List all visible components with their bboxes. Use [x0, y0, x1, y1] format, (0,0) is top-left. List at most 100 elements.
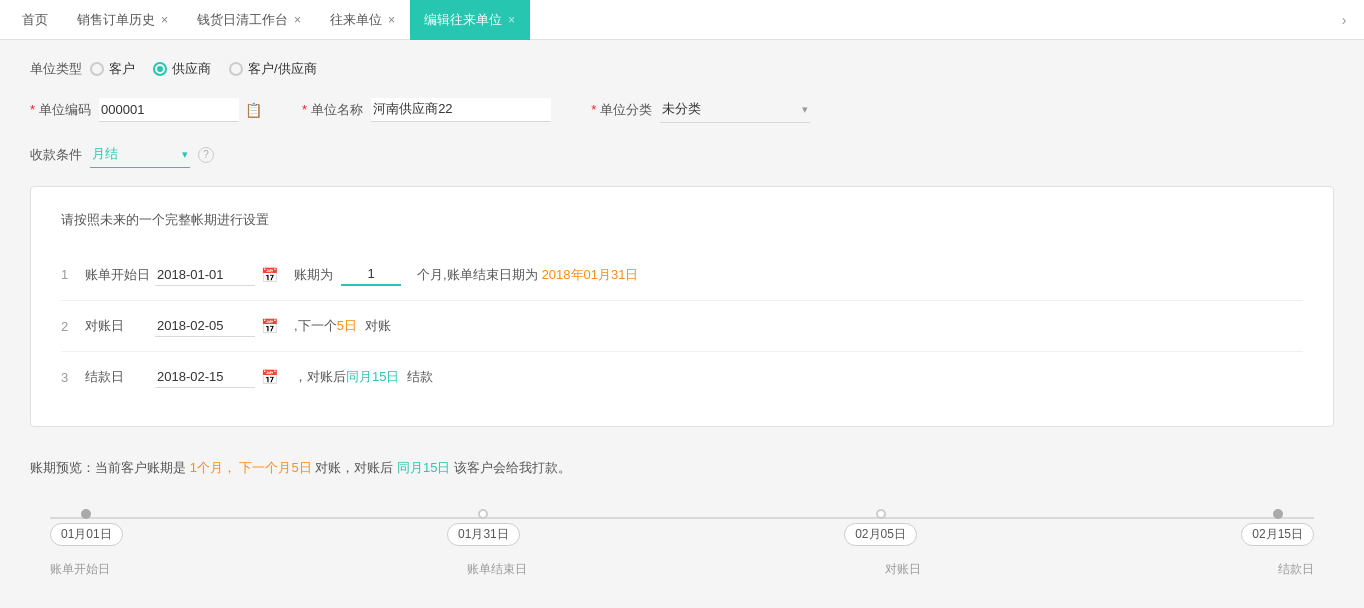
unit-code-required: * — [30, 102, 35, 117]
timeline-row: 01月01日 01月31日 02月05日 — [50, 497, 1314, 557]
unit-type-row: 单位类型 客户 供应商 客户/供应商 — [30, 60, 1334, 78]
step-num-3: 3 — [61, 370, 85, 385]
payment-help-icon[interactable]: ? — [198, 147, 214, 163]
tab-home[interactable]: 首页 — [8, 0, 63, 40]
step-label-3: 结款日 — [85, 368, 155, 386]
timeline-node-2: 02月05日 — [844, 509, 917, 546]
radio-supplier-circle — [153, 62, 167, 76]
step-row-3: 3 结款日 📅 ，对账后 同月15日 结款 — [61, 352, 1303, 402]
step-input-wrap-3: 📅 ，对账后 同月15日 结款 — [155, 366, 433, 388]
preview-h1: 1个月， — [190, 460, 236, 475]
unit-category-field: * 单位分类 未分类 ▾ — [591, 96, 810, 123]
radio-customer-circle — [90, 62, 104, 76]
tab-edit-partner-close[interactable]: × — [508, 13, 515, 27]
step-rows: 1 账单开始日 📅 账期为 个月,账单结束日期为 2018年01月31日 2 对… — [61, 249, 1303, 402]
payment-select-arrow: ▾ — [182, 148, 188, 161]
timeline-badge-0: 01月01日 — [50, 523, 123, 546]
radio-customer[interactable]: 客户 — [90, 60, 135, 78]
timeline-nodes: 01月01日 01月31日 02月05日 — [50, 509, 1314, 546]
unit-code-input[interactable] — [99, 98, 239, 122]
timeline-node-3: 02月15日 — [1241, 509, 1314, 546]
tabs-bar: 首页 销售订单历史 × 钱货日清工作台 × 往来单位 × 编辑往来单位 × › — [0, 0, 1364, 40]
unit-code-label: 单位编码 — [39, 101, 91, 119]
payment-value: 月结 — [92, 145, 178, 163]
tab-cash-workbench[interactable]: 钱货日清工作台 × — [183, 0, 316, 40]
timeline-badge-2: 02月05日 — [844, 523, 917, 546]
unit-name-label: 单位名称 — [311, 101, 363, 119]
step-label-2: 对账日 — [85, 317, 155, 335]
settings-title: 请按照未来的一个完整帐期进行设置 — [61, 211, 1303, 229]
timeline-dot-3 — [1273, 509, 1283, 519]
unit-name-input[interactable] — [371, 98, 551, 122]
reconcile-highlight: 5日 — [337, 317, 357, 335]
step-desc-3-before: ，对账后 — [294, 368, 346, 386]
timeline-label-2: 对账日 — [885, 561, 921, 578]
step-desc-3-after: 结款 — [407, 368, 433, 386]
step-desc-1-before: 账期为 — [294, 266, 333, 284]
timeline-label-1: 账单结束日 — [467, 561, 527, 578]
unit-type-label: 单位类型 — [30, 60, 82, 78]
step-input-wrap-1: 📅 账期为 个月,账单结束日期为 2018年01月31日 — [155, 263, 638, 286]
step-label-1: 账单开始日 — [85, 266, 155, 284]
tabs-scroll-right[interactable]: › — [1332, 12, 1356, 28]
preview-h2: 下一个月5日 — [239, 460, 311, 475]
preview-section: 账期预览：当前客户账期是 1个月， 下一个月5日 对账，对账后 同月15日 该客… — [30, 443, 1334, 487]
payment-label: 收款条件 — [30, 146, 82, 164]
payment-terms-row: 收款条件 月结 ▾ ? — [30, 141, 1334, 168]
step-row-1: 1 账单开始日 📅 账期为 个月,账单结束日期为 2018年01月31日 — [61, 249, 1303, 301]
timeline-dot-0 — [81, 509, 91, 519]
timeline-dot-1 — [478, 509, 488, 519]
unit-name-required: * — [302, 102, 307, 117]
payment-select[interactable]: 月结 ▾ — [90, 141, 190, 168]
step-desc-2-before: ,下一个 — [294, 317, 337, 335]
tab-partners[interactable]: 往来单位 × — [316, 0, 410, 40]
radio-supplier[interactable]: 供应商 — [153, 60, 211, 78]
unit-category-required: * — [591, 102, 596, 117]
page-content: 单位类型 客户 供应商 客户/供应商 * 单位编码 📋 * 单位名称 — [0, 40, 1364, 608]
radio-customer-supplier[interactable]: 客户/供应商 — [229, 60, 317, 78]
radio-customer-supplier-circle — [229, 62, 243, 76]
preview-prefix: 账期预览：当前客户账期是 — [30, 460, 186, 475]
unit-code-icon[interactable]: 📋 — [245, 102, 262, 118]
end-date-highlight: 2018年01月31日 — [542, 266, 639, 284]
preview-middle: 对账，对账后 — [315, 460, 393, 475]
unit-info-row: * 单位编码 📋 * 单位名称 * 单位分类 未分类 ▾ — [30, 96, 1334, 123]
tab-sales-history-close[interactable]: × — [161, 13, 168, 27]
period-input[interactable] — [341, 263, 401, 286]
start-date-calendar-icon[interactable]: 📅 — [261, 267, 278, 283]
timeline-labels: 账单开始日 账单结束日 对账日 结款日 — [50, 557, 1314, 582]
unit-name-field: * 单位名称 — [302, 98, 551, 122]
unit-category-label: 单位分类 — [600, 101, 652, 119]
timeline-badge-3: 02月15日 — [1241, 523, 1314, 546]
timeline-label-3: 结款日 — [1278, 561, 1314, 578]
timeline-node-0: 01月01日 — [50, 509, 123, 546]
step-input-wrap-2: 📅 ,下一个 5日 对账 — [155, 315, 391, 337]
preview-h3: 同月15日 — [397, 460, 450, 475]
step-row-2: 2 对账日 📅 ,下一个 5日 对账 — [61, 301, 1303, 352]
tab-partners-close[interactable]: × — [388, 13, 395, 27]
unit-category-dropdown[interactable]: 未分类 ▾ — [660, 96, 810, 123]
step-num-2: 2 — [61, 319, 85, 334]
payment-date-calendar-icon[interactable]: 📅 — [261, 369, 278, 385]
unit-category-arrow: ▾ — [802, 103, 808, 116]
payment-date-input[interactable] — [155, 366, 255, 388]
tab-cash-workbench-close[interactable]: × — [294, 13, 301, 27]
step-desc-1-after: 个月,账单结束日期为 — [417, 266, 538, 284]
timeline-node-1: 01月31日 — [447, 509, 520, 546]
timeline-label-0: 账单开始日 — [50, 561, 110, 578]
unit-type-radio-group: 客户 供应商 客户/供应商 — [90, 60, 317, 78]
step-desc-2-after: 对账 — [365, 317, 391, 335]
unit-category-value: 未分类 — [662, 100, 798, 118]
reconcile-date-input[interactable] — [155, 315, 255, 337]
tab-edit-partner[interactable]: 编辑往来单位 × — [410, 0, 530, 40]
step-num-1: 1 — [61, 267, 85, 282]
timeline-badge-1: 01月31日 — [447, 523, 520, 546]
timeline-container: 01月01日 01月31日 02月05日 — [30, 487, 1334, 582]
timeline-dot-2 — [876, 509, 886, 519]
settings-box: 请按照未来的一个完整帐期进行设置 1 账单开始日 📅 账期为 个月,账单结束日期… — [30, 186, 1334, 427]
start-date-input[interactable] — [155, 264, 255, 286]
tab-sales-history[interactable]: 销售订单历史 × — [63, 0, 183, 40]
payment-highlight: 同月15日 — [346, 368, 399, 386]
unit-code-field: * 单位编码 📋 — [30, 98, 262, 122]
reconcile-date-calendar-icon[interactable]: 📅 — [261, 318, 278, 334]
